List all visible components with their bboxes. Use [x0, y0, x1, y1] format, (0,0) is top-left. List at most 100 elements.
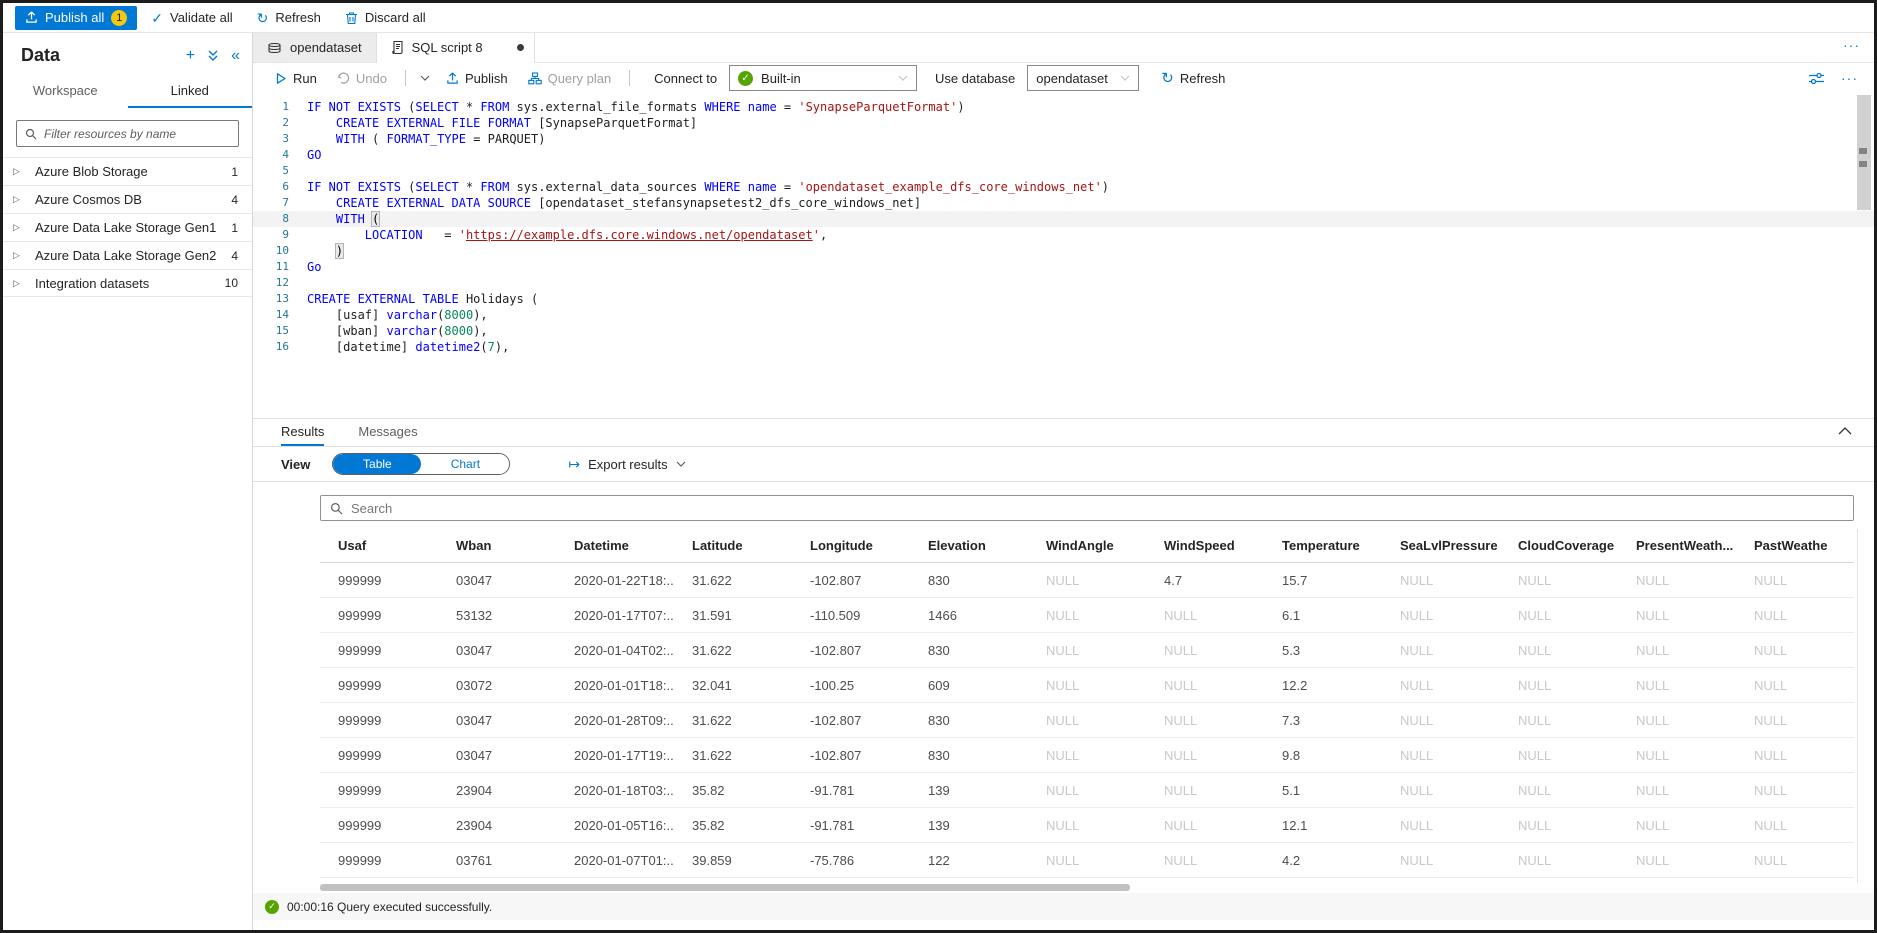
code-line[interactable]: 5 — [253, 163, 1874, 179]
settings-sliders-icon[interactable] — [1808, 71, 1825, 86]
publish-button[interactable]: Publish — [438, 65, 516, 91]
expand-chevron-icon[interactable]: ▷ — [13, 250, 35, 261]
code-text: WITH ( — [289, 211, 379, 227]
tab-overflow-ellipsis-icon[interactable]: ··· — [1843, 37, 1860, 53]
code-segment: ), — [473, 308, 487, 322]
expand-chevron-icon[interactable]: ▷ — [13, 278, 35, 289]
results-body: UsafWbanDatetimeLatitudeLongitudeElevati… — [253, 482, 1874, 893]
column-header-longitude[interactable]: Longitude — [792, 529, 910, 563]
column-header-wban[interactable]: Wban — [438, 529, 556, 563]
column-header-windspeed[interactable]: WindSpeed — [1146, 529, 1264, 563]
code-line[interactable]: 1IF NOT EXISTS (SELECT * FROM sys.extern… — [253, 99, 1874, 115]
filter-resources-input[interactable] — [44, 127, 230, 141]
code-line[interactable]: 8 WITH ( — [253, 211, 1874, 227]
column-header-windangle[interactable]: WindAngle — [1028, 529, 1146, 563]
sidebar-item-azure-data-lake-storage-gen1[interactable]: ▷Azure Data Lake Storage Gen11 — [3, 213, 252, 241]
column-header-datetime[interactable]: Datetime — [556, 529, 674, 563]
code-line[interactable]: 11Go — [253, 259, 1874, 275]
table-row[interactable]: 999999037612020-01-07T01:...39.859-75.78… — [320, 843, 1854, 878]
results-search-input[interactable] — [351, 501, 1844, 516]
column-header-presentweath[interactable]: PresentWeath... — [1618, 529, 1736, 563]
column-header-usaf[interactable]: Usaf — [320, 529, 438, 563]
tab-workspace[interactable]: Workspace — [3, 76, 128, 108]
code-line[interactable]: 13CREATE EXTERNAL TABLE Holidays ( — [253, 291, 1874, 307]
filter-resources-box[interactable] — [16, 120, 239, 147]
add-icon[interactable]: + — [186, 48, 195, 64]
column-header-sealvlpressure[interactable]: SeaLvlPressure — [1382, 529, 1500, 563]
collapse-panel-icon[interactable]: « — [231, 48, 240, 64]
expand-chevron-icon[interactable]: ▷ — [13, 194, 35, 205]
validate-all-button[interactable]: ✓ Validate all — [141, 6, 242, 30]
code-line[interactable]: 15 [wban] varchar(8000), — [253, 323, 1874, 339]
results-panel-header: Results Messages — [253, 418, 1874, 447]
sidebar-item-azure-cosmos-db[interactable]: ▷Azure Cosmos DB4 — [3, 185, 252, 213]
tab-sql-script-8[interactable]: SQL script 8 — [377, 33, 535, 63]
column-header-elevation[interactable]: Elevation — [910, 529, 1028, 563]
discard-all-label: Discard all — [365, 10, 426, 25]
code-segment — [307, 228, 365, 242]
table-cell: 2020-01-01T18:... — [556, 668, 674, 703]
results-search-box[interactable] — [320, 495, 1854, 521]
undo-button[interactable]: Undo — [329, 65, 395, 91]
code-line[interactable]: 10 ) — [253, 243, 1874, 259]
line-number: 11 — [253, 259, 289, 275]
more-actions-chevron-icon[interactable] — [416, 75, 434, 81]
code-line[interactable]: 12 — [253, 275, 1874, 291]
db-refresh-button[interactable]: ↻ Refresh — [1153, 65, 1233, 91]
expand-chevron-icon[interactable]: ▷ — [13, 222, 35, 233]
column-header-temperature[interactable]: Temperature — [1264, 529, 1382, 563]
table-row[interactable]: 999999531322020-01-17T07:...31.591-110.5… — [320, 598, 1854, 633]
toggle-chart[interactable]: Chart — [421, 454, 509, 474]
code-segment: ) — [1102, 180, 1109, 194]
more-options-ellipsis-icon[interactable]: ··· — [1841, 70, 1858, 86]
run-button[interactable]: Run — [267, 65, 325, 91]
column-header-latitude[interactable]: Latitude — [674, 529, 792, 563]
code-line[interactable]: 4GO — [253, 147, 1874, 163]
code-line[interactable]: 9 LOCATION = 'https://example.dfs.core.w… — [253, 227, 1874, 243]
publish-all-button[interactable]: Publish all 1 — [15, 6, 137, 30]
code-text: WITH ( FORMAT_TYPE = PARQUET) — [289, 131, 545, 147]
code-line[interactable]: 6IF NOT EXISTS (SELECT * FROM sys.extern… — [253, 179, 1874, 195]
editor-scrollbar[interactable] — [1857, 95, 1871, 210]
use-database-dropdown[interactable]: opendataset — [1027, 65, 1139, 91]
code-line[interactable]: 3 WITH ( FORMAT_TYPE = PARQUET) — [253, 131, 1874, 147]
toggle-table[interactable]: Table — [333, 454, 421, 474]
table-cell: 12.2 — [1264, 668, 1382, 703]
table-cell: 23904 — [438, 773, 556, 808]
code-line[interactable]: 7 CREATE EXTERNAL DATA SOURCE [opendatas… — [253, 195, 1874, 211]
code-segment: ' — [459, 228, 466, 242]
sidebar-item-azure-blob-storage[interactable]: ▷Azure Blob Storage1 — [3, 157, 252, 185]
vertical-scrollbar-track[interactable] — [1857, 529, 1858, 883]
tab-messages[interactable]: Messages — [358, 419, 417, 446]
sql-code-editor[interactable]: 1IF NOT EXISTS (SELECT * FROM sys.extern… — [253, 93, 1874, 418]
table-row[interactable]: 999999030472020-01-28T09:...31.622-102.8… — [320, 703, 1854, 738]
collapse-all-icon[interactable] — [207, 49, 219, 63]
table-row[interactable]: 999999030472020-01-04T02:...31.622-102.8… — [320, 633, 1854, 668]
discard-all-button[interactable]: Discard all — [335, 6, 436, 30]
table-row[interactable]: 999999239042020-01-18T03:...35.82-91.781… — [320, 773, 1854, 808]
table-cell: NULL — [1736, 668, 1854, 703]
table-row[interactable]: 999999030472020-01-17T19:...31.622-102.8… — [320, 738, 1854, 773]
expand-chevron-icon[interactable]: ▷ — [13, 166, 35, 177]
code-line[interactable]: 16 [datetime] datetime2(7), — [253, 339, 1874, 355]
sidebar-item-integration-datasets[interactable]: ▷Integration datasets10 — [3, 269, 252, 297]
horizontal-scrollbar[interactable] — [320, 884, 1130, 891]
refresh-button[interactable]: ↻ Refresh — [247, 6, 331, 30]
query-plan-button[interactable]: Query plan — [520, 65, 620, 91]
column-header-pastweathe[interactable]: PastWeathe — [1736, 529, 1854, 563]
sidebar-item-azure-data-lake-storage-gen2[interactable]: ▷Azure Data Lake Storage Gen24 — [3, 241, 252, 269]
code-line[interactable]: 14 [usaf] varchar(8000), — [253, 307, 1874, 323]
grid-header: UsafWbanDatetimeLatitudeLongitudeElevati… — [320, 529, 1854, 563]
table-row[interactable]: 999999030472020-01-22T18:...31.622-102.8… — [320, 563, 1854, 598]
table-row[interactable]: 999999239042020-01-05T16:...35.82-91.781… — [320, 808, 1854, 843]
column-header-cloudcoverage[interactable]: CloudCoverage — [1500, 529, 1618, 563]
tab-linked[interactable]: Linked — [128, 76, 253, 108]
code-line[interactable]: 2 CREATE EXTERNAL FILE FORMAT [SynapsePa… — [253, 115, 1874, 131]
export-results-button[interactable]: ↦ Export results — [568, 456, 685, 473]
table-row[interactable]: 999999030722020-01-01T18:...32.041-100.2… — [320, 668, 1854, 703]
tab-opendataset[interactable]: opendataset — [253, 33, 377, 62]
collapse-results-chevron-icon[interactable] — [1838, 427, 1852, 435]
tab-results[interactable]: Results — [281, 419, 324, 446]
connect-to-dropdown[interactable]: ✓ Built-in — [729, 65, 917, 91]
table-cell: NULL — [1028, 668, 1146, 703]
